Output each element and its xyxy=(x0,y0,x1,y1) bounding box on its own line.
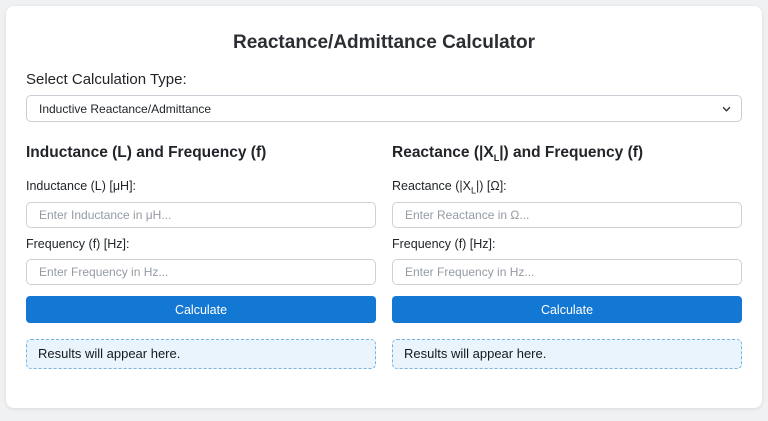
calculate-button[interactable]: Calculate xyxy=(392,296,742,324)
frequency-input[interactable] xyxy=(26,259,376,286)
result-box: Results will appear here. xyxy=(392,339,742,370)
calc-type-label: Select Calculation Type: xyxy=(26,71,187,88)
page-title: Reactance/Admittance Calculator xyxy=(233,32,535,53)
calculator-card: Reactance/Admittance Calculator Select C… xyxy=(6,6,762,408)
inductance-label: Inductance (L) [μH]: xyxy=(26,179,376,196)
frequency-input[interactable] xyxy=(392,259,742,286)
column-inductance: Inductance (L) and Frequency (f) Inducta… xyxy=(26,144,376,370)
heading-text: |) and Frequency (f) xyxy=(499,144,644,161)
column-heading: Inductance (L) and Frequency (f) xyxy=(26,144,376,163)
column-reactance: Reactance (|XL|) and Frequency (f) React… xyxy=(392,144,742,370)
heading-text: Inductance (L) and Frequency (f) xyxy=(26,144,267,161)
heading-text: Reactance (|X xyxy=(392,144,494,161)
result-box: Results will appear here. xyxy=(26,339,376,370)
label-text: Frequency (f) [Hz]: xyxy=(392,236,496,251)
frequency-label: Frequency (f) [Hz]: xyxy=(26,237,376,254)
calculate-button[interactable]: Calculate xyxy=(26,296,376,324)
calc-type-select[interactable]: Inductive Reactance/Admittance xyxy=(26,95,742,122)
label-text: Inductance (L) [μH]: xyxy=(26,179,137,194)
label-text: |) [Ω]: xyxy=(476,179,507,194)
reactance-label: Reactance (|XL|) [Ω]: xyxy=(392,179,742,196)
label-text: Reactance (|X xyxy=(392,179,471,194)
reactance-input[interactable] xyxy=(392,201,742,228)
label-text: Frequency (f) [Hz]: xyxy=(26,236,130,251)
column-heading: Reactance (|XL|) and Frequency (f) xyxy=(392,144,742,163)
calc-type-select-wrap: Inductive Reactance/Admittance xyxy=(26,95,742,122)
calculator-columns: Inductance (L) and Frequency (f) Inducta… xyxy=(26,144,742,370)
inductance-input[interactable] xyxy=(26,201,376,228)
frequency-label: Frequency (f) [Hz]: xyxy=(392,237,742,254)
